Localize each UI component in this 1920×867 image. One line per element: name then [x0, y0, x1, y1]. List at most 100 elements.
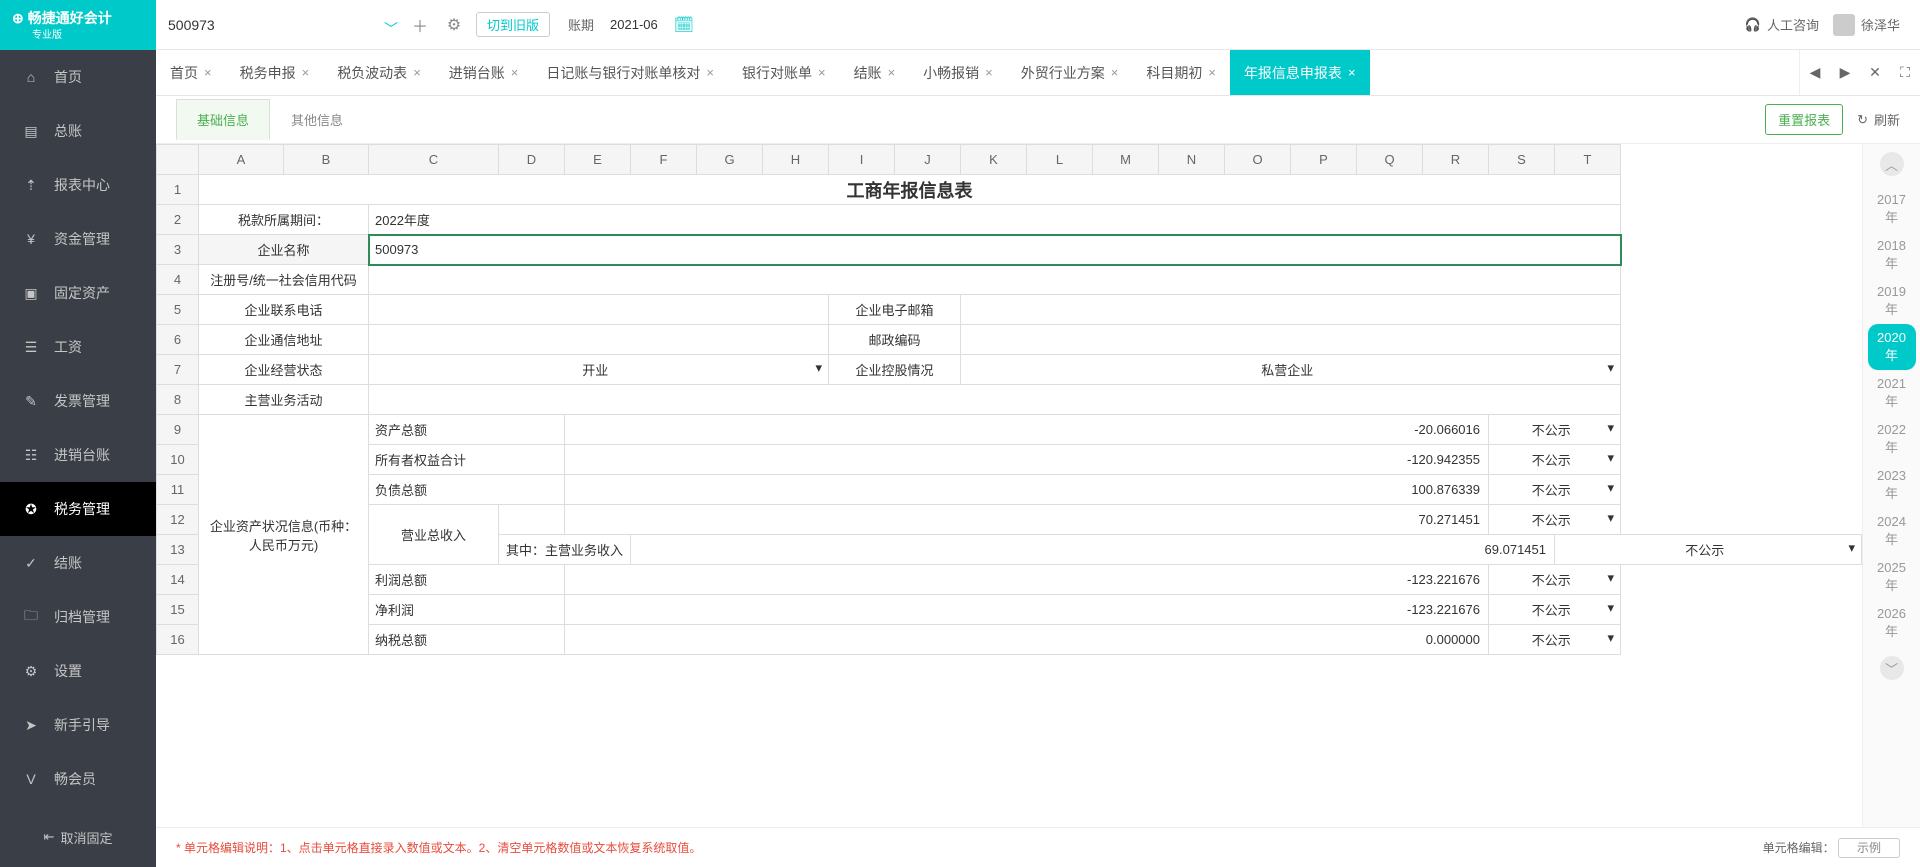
tab-9[interactable]: 科目期初×: [1132, 50, 1230, 95]
reset-report-button[interactable]: 重置报表: [1765, 104, 1843, 135]
row-header[interactable]: 16: [157, 625, 199, 655]
asset-row-value[interactable]: 69.071451: [631, 535, 1555, 565]
tabs-next-button[interactable]: ▶: [1830, 50, 1860, 96]
row-header[interactable]: 7: [157, 355, 199, 385]
col-header[interactable]: O: [1225, 145, 1291, 175]
tab-3[interactable]: 进销台账×: [435, 50, 533, 95]
row-header[interactable]: 8: [157, 385, 199, 415]
year-option[interactable]: 2018年: [1868, 232, 1916, 278]
year-option[interactable]: 2023年: [1868, 462, 1916, 508]
row-header[interactable]: 13: [157, 535, 199, 565]
col-header[interactable]: L: [1027, 145, 1093, 175]
sidebar-item-5[interactable]: ☰工资: [0, 320, 156, 374]
regcode-value-cell[interactable]: [369, 265, 1621, 295]
col-header[interactable]: R: [1423, 145, 1489, 175]
asset-row-value[interactable]: 70.271451: [565, 505, 1489, 535]
row-header[interactable]: 14: [157, 565, 199, 595]
col-header[interactable]: J: [895, 145, 961, 175]
tabs-prev-button[interactable]: ◀: [1800, 50, 1830, 96]
sidebar-item-10[interactable]: 🗀归档管理: [0, 590, 156, 644]
col-header[interactable]: F: [631, 145, 697, 175]
tab-5[interactable]: 银行对账单×: [728, 50, 840, 95]
year-option[interactable]: 2020年: [1868, 324, 1916, 370]
col-header[interactable]: N: [1159, 145, 1225, 175]
sidebar-item-4[interactable]: ▣固定资产: [0, 266, 156, 320]
sidebar-item-13[interactable]: V畅会员: [0, 752, 156, 806]
asset-row-value[interactable]: -120.942355: [565, 445, 1489, 475]
tab-close-icon[interactable]: ×: [985, 65, 993, 80]
tab-4[interactable]: 日记账与银行对账单核对×: [532, 50, 728, 95]
col-header[interactable]: Q: [1357, 145, 1423, 175]
asset-row-value[interactable]: -20.066016: [565, 415, 1489, 445]
sidebar-item-3[interactable]: ¥资金管理: [0, 212, 156, 266]
tabs-close-button[interactable]: ✕: [1860, 50, 1890, 96]
tab-close-icon[interactable]: ×: [204, 65, 212, 80]
col-header[interactable]: S: [1489, 145, 1555, 175]
tab-close-icon[interactable]: ×: [1208, 65, 1216, 80]
tab-close-icon[interactable]: ×: [706, 65, 714, 80]
phone-value[interactable]: [369, 295, 829, 325]
company-value-cell[interactable]: 500973: [369, 235, 1621, 265]
row-header[interactable]: 9: [157, 415, 199, 445]
add-icon[interactable]: ＋: [408, 13, 432, 37]
tab-close-icon[interactable]: ×: [302, 65, 310, 80]
asset-row-value[interactable]: 0.000000: [565, 625, 1489, 655]
col-header[interactable]: M: [1093, 145, 1159, 175]
asset-row-pub[interactable]: 不公示▾: [1489, 505, 1621, 535]
col-header[interactable]: K: [961, 145, 1027, 175]
gear-icon[interactable]: ⚙: [442, 15, 466, 35]
tab-2[interactable]: 税负波动表×: [323, 50, 435, 95]
tab-8[interactable]: 外贸行业方案×: [1007, 50, 1133, 95]
col-header[interactable]: T: [1555, 145, 1621, 175]
col-header[interactable]: H: [763, 145, 829, 175]
fullscreen-button[interactable]: ⛶: [1890, 50, 1920, 96]
postcode-value[interactable]: [961, 325, 1621, 355]
year-up-button[interactable]: ︿: [1880, 152, 1904, 176]
asset-row-pub[interactable]: 不公示▾: [1489, 415, 1621, 445]
tab-close-icon[interactable]: ×: [1348, 65, 1356, 80]
col-header[interactable]: C: [369, 145, 499, 175]
sidebar-item-11[interactable]: ⚙设置: [0, 644, 156, 698]
asset-row-pub[interactable]: 不公示▾: [1489, 565, 1621, 595]
asset-row-pub[interactable]: 不公示▾: [1555, 535, 1862, 565]
row-header[interactable]: 4: [157, 265, 199, 295]
sidebar-item-12[interactable]: ➤新手引导: [0, 698, 156, 752]
spreadsheet[interactable]: ABCDEFGHIJKLMNOPQRST1工商年报信息表2税款所属期间：2022…: [156, 144, 1862, 827]
year-option[interactable]: 2026年: [1868, 600, 1916, 646]
subtab-other[interactable]: 其他信息: [270, 99, 364, 140]
row-header[interactable]: 11: [157, 475, 199, 505]
year-option[interactable]: 2024年: [1868, 508, 1916, 554]
row-header[interactable]: 15: [157, 595, 199, 625]
email-value[interactable]: [961, 295, 1621, 325]
col-header[interactable]: A: [199, 145, 284, 175]
col-header[interactable]: E: [565, 145, 631, 175]
row-header[interactable]: 5: [157, 295, 199, 325]
holding-value[interactable]: 私营企业▾: [961, 355, 1621, 385]
asset-row-value[interactable]: -123.221676: [565, 565, 1489, 595]
row-header[interactable]: 10: [157, 445, 199, 475]
row-header[interactable]: 3: [157, 235, 199, 265]
consult-link[interactable]: 🎧 人工咨询: [1745, 15, 1819, 34]
tab-close-icon[interactable]: ×: [818, 65, 826, 80]
old-version-button[interactable]: 切到旧版: [476, 12, 550, 37]
year-option[interactable]: 2017年: [1868, 186, 1916, 232]
row-header[interactable]: 6: [157, 325, 199, 355]
year-down-button[interactable]: ﹀: [1880, 656, 1904, 680]
sidebar-item-9[interactable]: ✓结账: [0, 536, 156, 590]
sidebar-item-1[interactable]: ▤总账: [0, 104, 156, 158]
calendar-icon[interactable]: 🗓: [674, 15, 694, 35]
asset-row-pub[interactable]: 不公示▾: [1489, 625, 1621, 655]
row-header[interactable]: 12: [157, 505, 199, 535]
row-header[interactable]: 1: [157, 175, 199, 205]
row-header[interactable]: 2: [157, 205, 199, 235]
col-header[interactable]: G: [697, 145, 763, 175]
tab-0[interactable]: 首页×: [156, 50, 226, 95]
tab-close-icon[interactable]: ×: [511, 65, 519, 80]
year-option[interactable]: 2025年: [1868, 554, 1916, 600]
tab-close-icon[interactable]: ×: [888, 65, 896, 80]
tab-close-icon[interactable]: ×: [413, 65, 421, 80]
asset-row-pub[interactable]: 不公示▾: [1489, 595, 1621, 625]
year-option[interactable]: 2022年: [1868, 416, 1916, 462]
user-menu[interactable]: 徐泽华: [1833, 14, 1900, 36]
unpin-button[interactable]: ⇤ 取消固定: [0, 817, 156, 857]
